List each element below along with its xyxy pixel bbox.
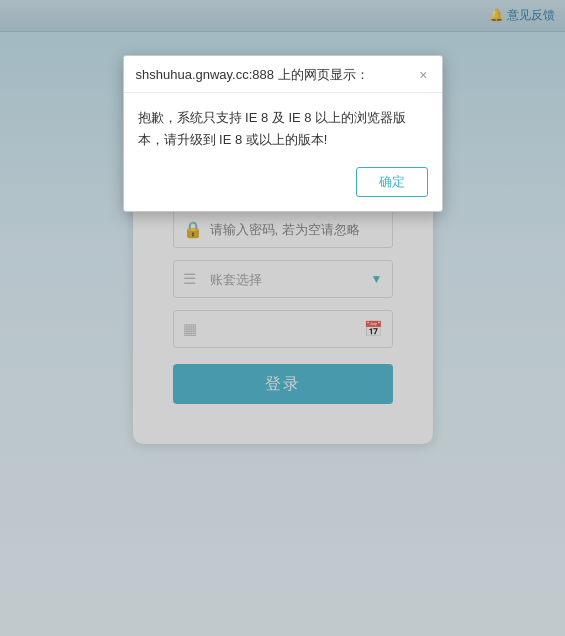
dialog-title-bar: shshuhua.gnway.cc:888 上的网页显示： × [124, 56, 442, 93]
dialog-body: 抱歉，系统只支持 IE 8 及 IE 8 以上的浏览器版本，请升级到 IE 8 … [124, 93, 442, 161]
dialog-title: shshuhua.gnway.cc:888 上的网页显示： [136, 66, 369, 84]
dialog-message: 抱歉，系统只支持 IE 8 及 IE 8 以上的浏览器版本，请升级到 IE 8 … [138, 107, 428, 151]
dialog-footer: 确定 [124, 161, 442, 211]
dialog-overlay: shshuhua.gnway.cc:888 上的网页显示： × 抱歉，系统只支持… [0, 0, 565, 636]
dialog-ok-button[interactable]: 确定 [356, 167, 428, 197]
alert-dialog: shshuhua.gnway.cc:888 上的网页显示： × 抱歉，系统只支持… [123, 55, 443, 212]
dialog-close-button[interactable]: × [417, 68, 429, 82]
